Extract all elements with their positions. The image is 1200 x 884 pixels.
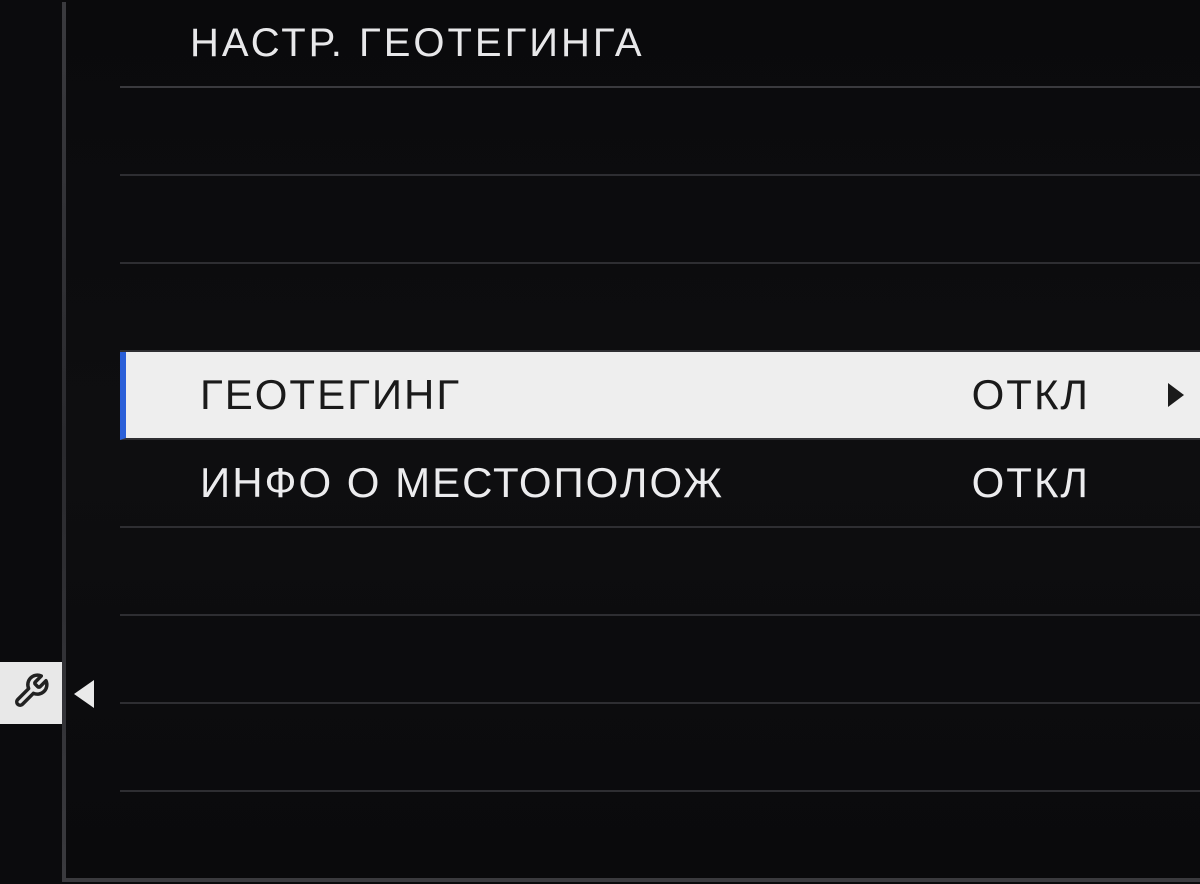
sidebar-divider <box>62 2 66 882</box>
row-value: ОТКЛ <box>972 459 1200 507</box>
row-value: ОТКЛ <box>972 371 1200 419</box>
left-sidebar <box>0 0 62 884</box>
menu-row-empty <box>120 792 1200 880</box>
camera-menu-screen: НАСТР. ГЕОТЕГИНГА ГЕОТЕГИНГ ОТКЛ ИНФО О … <box>0 0 1200 884</box>
row-label: ГЕОТЕГИНГ <box>126 371 972 419</box>
wrench-icon <box>12 672 50 715</box>
menu-row-empty <box>120 616 1200 704</box>
menu-row-geotagging[interactable]: ГЕОТЕГИНГ ОТКЛ <box>120 352 1200 440</box>
bottom-divider <box>62 878 1200 882</box>
menu-row-empty <box>120 704 1200 792</box>
back-arrow-icon[interactable] <box>74 680 94 708</box>
menu-row-empty <box>120 528 1200 616</box>
setup-tab[interactable] <box>0 662 62 724</box>
menu-row-empty <box>120 176 1200 264</box>
menu-row-empty <box>120 264 1200 352</box>
row-label: ИНФО О МЕСТОПОЛОЖ <box>120 459 972 507</box>
menu-header: НАСТР. ГЕОТЕГИНГА <box>120 0 1200 88</box>
chevron-right-icon <box>1168 383 1184 407</box>
menu-content: НАСТР. ГЕОТЕГИНГА ГЕОТЕГИНГ ОТКЛ ИНФО О … <box>120 0 1200 884</box>
page-title: НАСТР. ГЕОТЕГИНГА <box>190 21 645 66</box>
menu-row-empty <box>120 88 1200 176</box>
menu-row-location-info[interactable]: ИНФО О МЕСТОПОЛОЖ ОТКЛ <box>120 440 1200 528</box>
